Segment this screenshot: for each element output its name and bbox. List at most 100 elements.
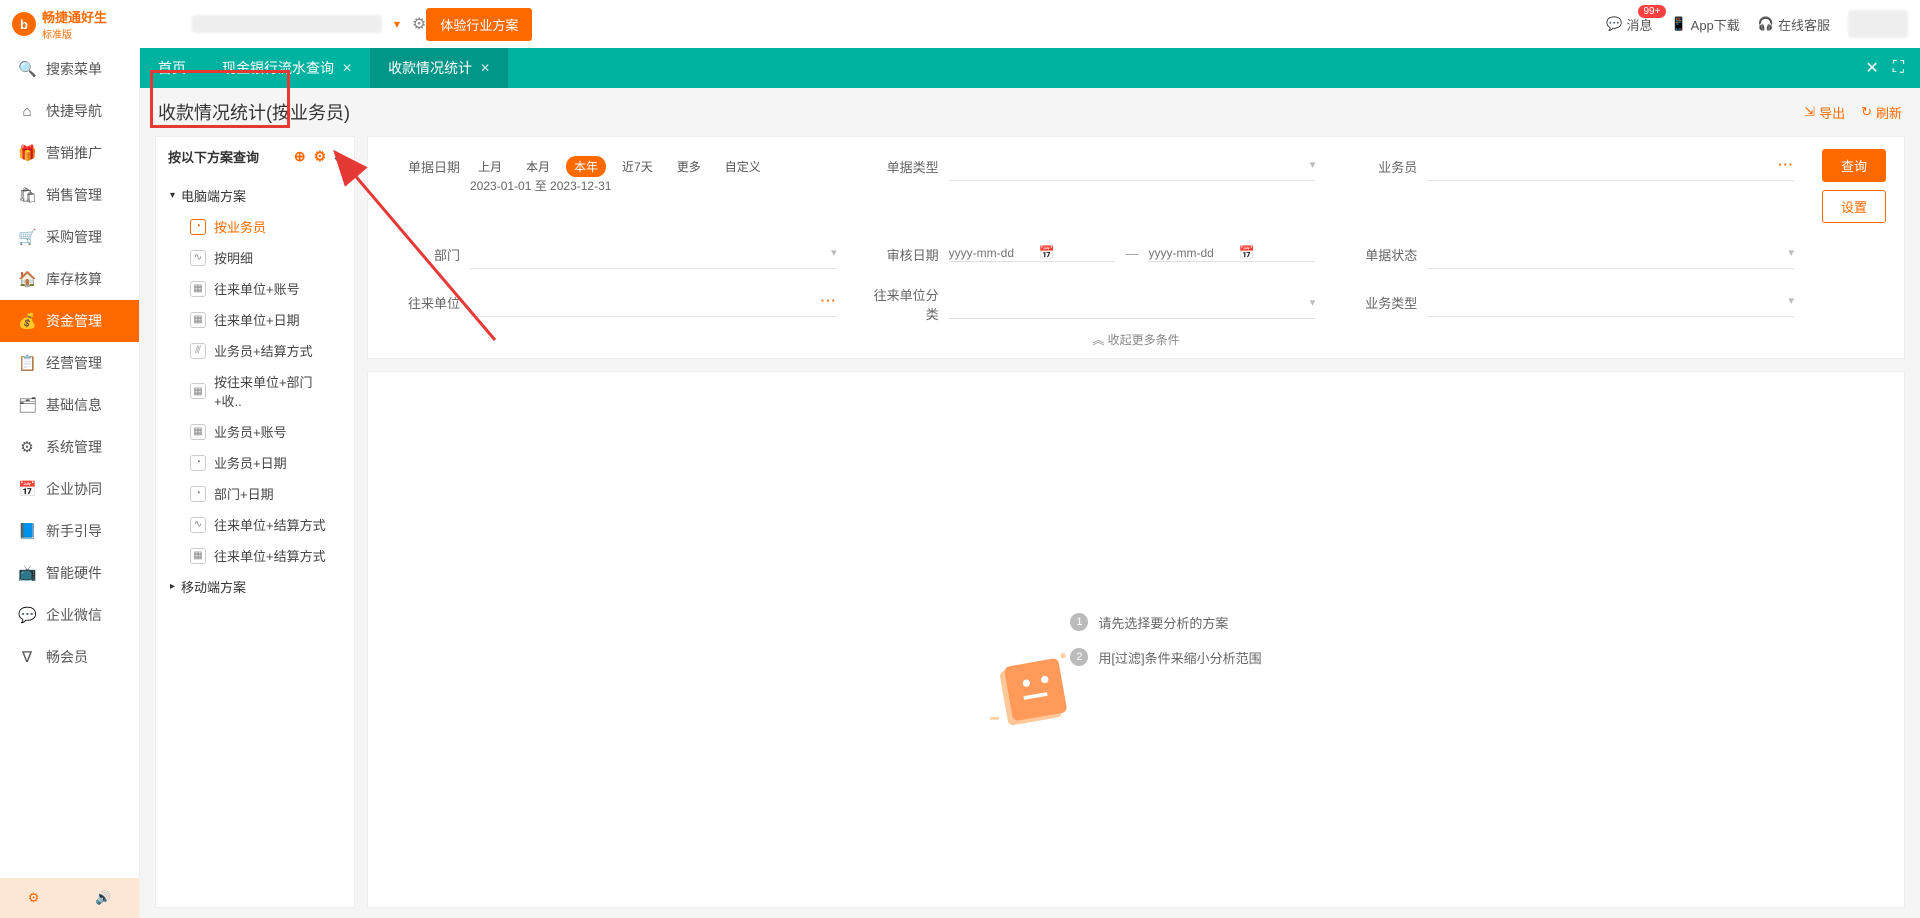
menu-label: 企业协同 — [46, 479, 102, 499]
app-download-button[interactable]: 📱 App下载 — [1670, 15, 1739, 34]
add-scheme-icon[interactable]: ⊕ — [294, 148, 306, 165]
sidebar-item-6[interactable]: 💰资金管理 — [0, 300, 139, 342]
scheme-group-pc[interactable]: ▾ 电脑端方案 — [156, 180, 354, 211]
sidebar-item-7[interactable]: 📋经营管理 — [0, 342, 139, 384]
calendar-icon[interactable]: 📅 — [1238, 245, 1254, 261]
trial-industry-button[interactable]: 体验行业方案 — [426, 8, 532, 41]
sidebar-item-2[interactable]: 🎁营销推广 — [0, 132, 139, 174]
field-audit-date[interactable]: 审核日期 📅 — 📅 — [865, 237, 1316, 271]
sidebar-item-0[interactable]: 🔍搜索菜单 — [0, 48, 139, 90]
scheme-item-6[interactable]: ▦业务员+账号 — [156, 416, 354, 447]
scheme-item-icon: ∿ — [190, 517, 206, 533]
date-pill-2[interactable]: 本年 — [566, 156, 606, 177]
scheme-item-2[interactable]: ▦往来单位+账号 — [156, 273, 354, 304]
collapse-conditions-button[interactable]: ︽ 收起更多条件 — [386, 323, 1886, 358]
scheme-item-icon: ◔ — [190, 486, 206, 502]
online-service-button[interactable]: 🎧 在线客服 — [1758, 15, 1830, 34]
fullscreen-icon[interactable]: ⛶ — [1893, 59, 1904, 77]
chevron-down-icon[interactable]: ▾ — [394, 17, 400, 31]
sidebar-item-12[interactable]: 📺智能硬件 — [0, 552, 139, 594]
sidebar-footer: ⚙ 🔊 — [0, 878, 139, 918]
scheme-item-0[interactable]: ◔ 按业务员 — [156, 211, 354, 242]
sidebar-item-10[interactable]: 📅企业协同 — [0, 468, 139, 510]
settings-icon[interactable]: ⚙ — [28, 890, 40, 906]
close-all-tabs-icon[interactable]: ✕ — [1865, 58, 1878, 78]
logo-text: 畅捷通好生 标准版 — [42, 7, 107, 41]
date-pill-0[interactable]: 上月 — [470, 156, 510, 177]
user-avatar-redacted[interactable] — [1848, 10, 1908, 38]
tab-0[interactable]: 首页 — [140, 48, 204, 88]
scheme-item-label: 往来单位+结算方式 — [214, 546, 326, 565]
scheme-item-4[interactable]: ⫻业务员+结算方式 — [156, 335, 354, 366]
scheme-group-mobile[interactable]: ▸ 移动端方案 — [156, 571, 354, 602]
sidebar-item-4[interactable]: 🛒采购管理 — [0, 216, 139, 258]
date-pill-5[interactable]: 自定义 — [717, 156, 769, 177]
chevron-down-icon: ▾ — [1310, 158, 1316, 171]
date-pill-3[interactable]: 近7天 — [614, 156, 661, 177]
field-partner-category[interactable]: 往来单位分类 ▾ — [865, 285, 1316, 323]
department-label: 部门 — [386, 245, 460, 264]
scheme-item-9[interactable]: ∿往来单位+结算方式 — [156, 509, 354, 540]
refresh-button[interactable]: ↻ 刷新 — [1861, 103, 1902, 122]
biz-type-label: 业务类型 — [1343, 293, 1417, 312]
menu-icon: 📋 — [18, 354, 36, 372]
messages-badge: 99+ — [1638, 5, 1667, 18]
date-pill-4[interactable]: 更多 — [669, 156, 709, 177]
gear-icon[interactable]: ⚙ — [412, 14, 426, 34]
sidebar-item-3[interactable]: 🛍销售管理 — [0, 174, 139, 216]
scheme-item-icon: ◔ — [190, 219, 206, 235]
tab-label: 现金银行流水查询 — [222, 58, 334, 78]
sidebar-item-14[interactable]: ∇畅会员 — [0, 636, 139, 678]
content-area: 按以下方案查询 ⊕ ⚙ « ▾ 电脑端方案 ◔按业务员∿按明细▦往来单位+账号▦… — [155, 136, 1905, 908]
menu-label: 采购管理 — [46, 227, 102, 247]
audit-date-to-input[interactable] — [1148, 246, 1238, 260]
empty-state-illustration — [976, 630, 1086, 740]
sidebar-item-11[interactable]: 📘新手引导 — [0, 510, 139, 552]
field-biz-type[interactable]: 业务类型 ▾ — [1343, 285, 1794, 319]
field-department[interactable]: 部门 ▾ — [386, 237, 837, 271]
field-salesperson[interactable]: 业务员 ··· — [1343, 149, 1794, 183]
scheme-item-8[interactable]: ◔部门+日期 — [156, 478, 354, 509]
close-tab-icon[interactable]: ✕ — [480, 61, 490, 75]
sidebar-item-1[interactable]: ⌂快捷导航 — [0, 90, 139, 132]
sidebar-item-8[interactable]: 🗂基础信息 — [0, 384, 139, 426]
more-options-icon[interactable]: ··· — [1778, 157, 1794, 172]
scheme-item-5[interactable]: ▦按往来单位+部门+收.. — [156, 366, 354, 416]
calendar-icon[interactable]: 📅 — [1039, 245, 1055, 261]
bill-date-range-text: 2023-01-01 至 2023-12-31 — [386, 177, 837, 194]
query-button[interactable]: 查询 — [1822, 149, 1886, 182]
collapse-panel-icon[interactable]: « — [334, 149, 342, 165]
more-options-icon[interactable]: ··· — [821, 293, 837, 308]
results-card: 1 请先选择要分析的方案 2 用[过滤]条件来缩小分析范围 — [367, 371, 1905, 908]
settings-button[interactable]: 设置 — [1822, 190, 1886, 223]
scheme-item-icon: ∿ — [190, 250, 206, 266]
org-selector[interactable]: ▾ ⚙ — [192, 14, 426, 34]
tab-1[interactable]: 现金银行流水查询 ✕ — [204, 48, 370, 88]
scheme-item-10[interactable]: ▦往来单位+结算方式 — [156, 540, 354, 571]
field-bill-status[interactable]: 单据状态 ▾ — [1343, 237, 1794, 271]
menu-icon: ⌂ — [18, 103, 36, 120]
audit-date-from-input[interactable] — [949, 246, 1039, 260]
scheme-item-7[interactable]: ◔业务员+日期 — [156, 447, 354, 478]
close-tab-icon[interactable]: ✕ — [342, 61, 352, 75]
tab-2[interactable]: 收款情况统计✕ — [370, 48, 508, 88]
date-pill-1[interactable]: 本月 — [518, 156, 558, 177]
org-name-redacted — [192, 15, 382, 33]
step-number-1: 1 — [1070, 613, 1088, 631]
export-button[interactable]: ⇲ 导出 — [1804, 103, 1845, 122]
sidebar-item-13[interactable]: 💬企业微信 — [0, 594, 139, 636]
sound-icon[interactable]: 🔊 — [95, 890, 111, 906]
chevron-down-icon: ▾ — [1788, 246, 1794, 259]
sidebar-item-9[interactable]: ⚙系统管理 — [0, 426, 139, 468]
field-bill-type[interactable]: 单据类型 ▾ — [865, 149, 1316, 183]
scheme-tree: ▾ 电脑端方案 ◔ 按业务员 ∿按明细▦往来单位+账号▦往来单位+日期⫻业务员+结算… — [156, 176, 354, 606]
scheme-item-label: 按业务员 — [214, 217, 266, 236]
field-partner[interactable]: 往来单位 ··· — [386, 285, 837, 319]
messages-button[interactable]: 💬 消息 99+ — [1606, 15, 1652, 34]
scheme-settings-icon[interactable]: ⚙ — [314, 148, 327, 165]
export-label: 导出 — [1819, 103, 1845, 122]
scheme-item-3[interactable]: ▦往来单位+日期 — [156, 304, 354, 335]
menu-icon: 🎁 — [18, 144, 36, 162]
sidebar-item-5[interactable]: 🏠库存核算 — [0, 258, 139, 300]
scheme-item-1[interactable]: ∿按明细 — [156, 242, 354, 273]
